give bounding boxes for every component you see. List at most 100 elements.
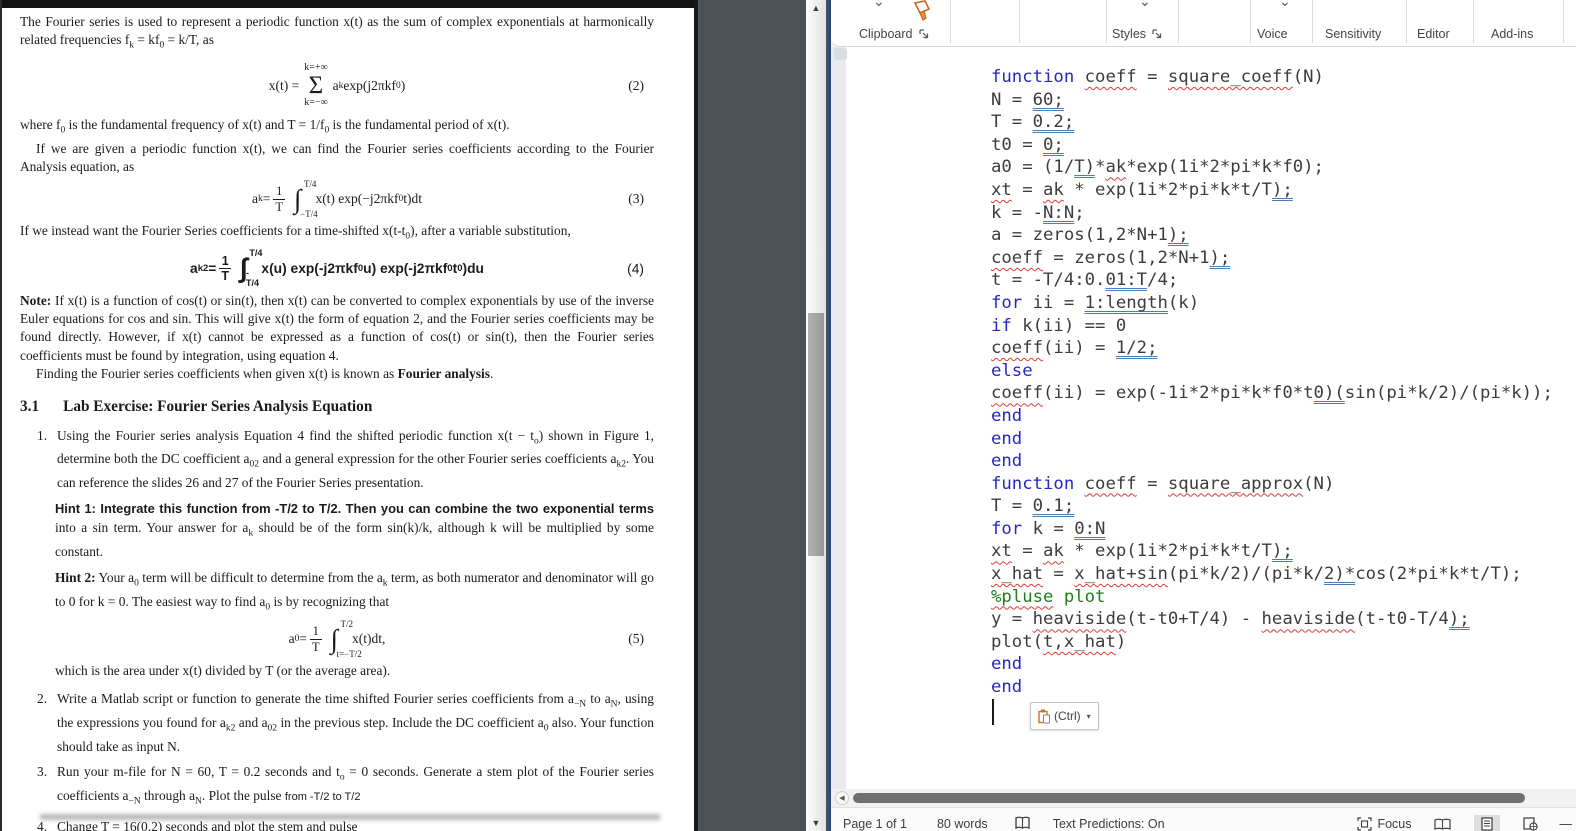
- text-run: x(t) exp(−j2πkf: [315, 191, 399, 207]
- screen: The Fourier series is used to represent …: [0, 0, 1576, 831]
- ribbon-separator: [1178, 0, 1179, 43]
- text-run: If x(t) is a function of cos(t) or sin(t…: [20, 292, 654, 363]
- word-count[interactable]: 80 words: [937, 817, 988, 831]
- code-token: ak: [1043, 541, 1064, 562]
- code-token: xt: [991, 541, 1012, 562]
- code-token: coeff: [1084, 67, 1137, 87]
- dialog-launcher-icon[interactable]: [1152, 29, 1162, 39]
- integral-lower-limit: −T/4: [300, 208, 318, 219]
- ribbon-group-label: Sensitivity: [1325, 27, 1382, 41]
- code-token: square_approx: [1167, 473, 1304, 494]
- code-token: 0.2;: [1032, 112, 1075, 133]
- web-layout-icon: [1523, 817, 1538, 831]
- doc-list-item: 1. Using the Fourier series analysis Equa…: [20, 427, 654, 493]
- code-token: (ii) = exp(-1i*2*pi*k*f0*t: [1043, 383, 1314, 404]
- doc-paragraph: If we instead want the Fourier Series co…: [20, 222, 654, 246]
- text-run: to a: [586, 691, 611, 707]
- pdf-page-top-border: [0, 0, 694, 8]
- text-run: and a general expression for the other F…: [259, 451, 617, 467]
- code-token: ;: [1074, 202, 1085, 223]
- code-token: k = -: [991, 202, 1044, 223]
- code-line: coeff = zeros(1,2*N+1);: [991, 247, 1553, 270]
- ribbon-group-sensitivity: Sensitivity: [1325, 27, 1381, 41]
- code-text[interactable]: function coeff = square_coeff(N) N = 60; T…: [991, 66, 1553, 699]
- code-line: coeff(ii) = 1/2;: [991, 337, 1553, 360]
- ribbon-separator: [1406, 0, 1407, 43]
- scroll-down-arrow-icon[interactable]: ▼: [806, 815, 826, 831]
- print-layout-button[interactable]: [1473, 815, 1500, 831]
- focus-button[interactable]: Focus: [1357, 817, 1412, 831]
- dialog-launcher-icon[interactable]: [918, 29, 929, 39]
- text-run: Change T = 16(0.2) seconds and plot the …: [57, 818, 358, 831]
- code-token: (t-t0+T/4) -: [1126, 609, 1262, 630]
- text-run: =: [299, 631, 307, 647]
- scroll-left-arrow-icon[interactable]: ◀: [835, 791, 849, 805]
- integral-upper-limit: T/4: [303, 178, 317, 189]
- horizontal-scrollbar-thumb[interactable]: [853, 793, 1525, 803]
- equation-number: (5): [628, 631, 644, 647]
- code-line: T = 0.1;: [991, 495, 1553, 518]
- integral-lower-limit: t=−T/2: [336, 648, 362, 659]
- summation-symbol: k=+∞ Σk=−∞: [304, 63, 327, 108]
- code-token: T): [1074, 157, 1096, 178]
- paste-options-button[interactable]: (Ctrl) ▾: [1030, 702, 1099, 730]
- zoom-out-button[interactable]: —: [1560, 817, 1573, 831]
- chevron-down-icon[interactable]: ⌄: [1139, 0, 1151, 10]
- margin-tab: [834, 48, 847, 60]
- code-token: for: [991, 518, 1023, 539]
- pdf-scrollbar-thumb[interactable]: [808, 313, 824, 556]
- code-token: y =: [991, 609, 1033, 630]
- code-token: );: [1271, 541, 1293, 562]
- code-token: ): [1115, 631, 1127, 652]
- code-line: xt = ak * exp(1i*2*pi*k*t/T);: [991, 179, 1553, 202]
- code-token: coeff: [1084, 473, 1137, 494]
- code-token: (pi*k/2)/(pi*k/: [1167, 564, 1324, 585]
- text-run: ), after a variable substitution,: [410, 223, 571, 239]
- page-indicator[interactable]: Page 1 of 1: [843, 817, 907, 831]
- text-run: x(u) exp(-j2πkf: [261, 261, 358, 277]
- code-line: coeff(ii) = exp(-1i*2*pi*k*f0*t0)(sin(pi…: [991, 382, 1553, 405]
- code-token: plot(: [991, 631, 1044, 652]
- code-token: coeff: [991, 247, 1044, 268]
- code-line: plot(t,x_hat): [991, 631, 1553, 654]
- text-run: ): [400, 77, 406, 93]
- code-token: =: [1043, 564, 1075, 585]
- proofing-errors-icon[interactable]: [1014, 816, 1031, 831]
- code-token: t0 =: [991, 134, 1044, 155]
- doc-equation-5: a0 = 1 T ∫ T/2 t=−T/2 x(t)dt, (5): [20, 619, 654, 659]
- code-token: );: [1167, 225, 1189, 246]
- horizontal-scrollbar[interactable]: ◀: [831, 789, 1576, 807]
- numerator: 1: [312, 624, 319, 639]
- code-token: for: [991, 292, 1023, 313]
- text-run: Fourier analysis: [397, 365, 490, 381]
- code-line: xt = ak * exp(1i*2*pi*k*t/T);: [991, 540, 1553, 563]
- chevron-down-icon[interactable]: ⌄: [1279, 0, 1291, 10]
- text-run: −N: [573, 699, 587, 710]
- code-token: /4;: [1147, 270, 1179, 291]
- text-run: .: [489, 365, 494, 381]
- code-line: x_hat = x_hat+sin(pi*k/2)/(pi*k/2)*cos(2…: [991, 563, 1553, 586]
- read-mode-button[interactable]: [1430, 815, 1456, 831]
- text-cursor: [992, 699, 994, 725]
- format-painter-icon[interactable]: [911, 0, 933, 23]
- chevron-down-icon[interactable]: ⌄: [873, 0, 885, 10]
- code-token: (ii) =: [1043, 338, 1116, 359]
- text-run: Finding the Fourier series coefficients …: [36, 365, 398, 381]
- print-layout-icon: [1480, 817, 1493, 831]
- ribbon-group-add-ins: Add-ins: [1491, 27, 1533, 41]
- integral-symbol: ∫ T/4 −T/4: [294, 179, 318, 219]
- pdf-vertical-scrollbar[interactable]: ▲ ▼: [806, 0, 826, 831]
- web-layout-button[interactable]: [1518, 815, 1544, 831]
- equation-number: (3): [628, 191, 644, 207]
- code-token: );: [1209, 247, 1231, 268]
- text-predictions-status[interactable]: Text Predictions: On: [1053, 817, 1165, 831]
- code-token: x_hat+sin: [1074, 564, 1168, 585]
- text-run: If we instead want the Fourier Series co…: [20, 223, 406, 239]
- code-line: function coeff = square_coeff(N): [991, 66, 1553, 89]
- word-document-area[interactable]: function coeff = square_coeff(N) N = 60; T…: [831, 47, 1576, 789]
- code-token: k(ii) == 0: [1011, 315, 1127, 336]
- code-line: if k(ii) == 0: [991, 315, 1553, 338]
- code-token: sin(pi*k/2)/(pi*k));: [1344, 383, 1553, 404]
- scroll-up-arrow-icon[interactable]: ▲: [806, 0, 826, 16]
